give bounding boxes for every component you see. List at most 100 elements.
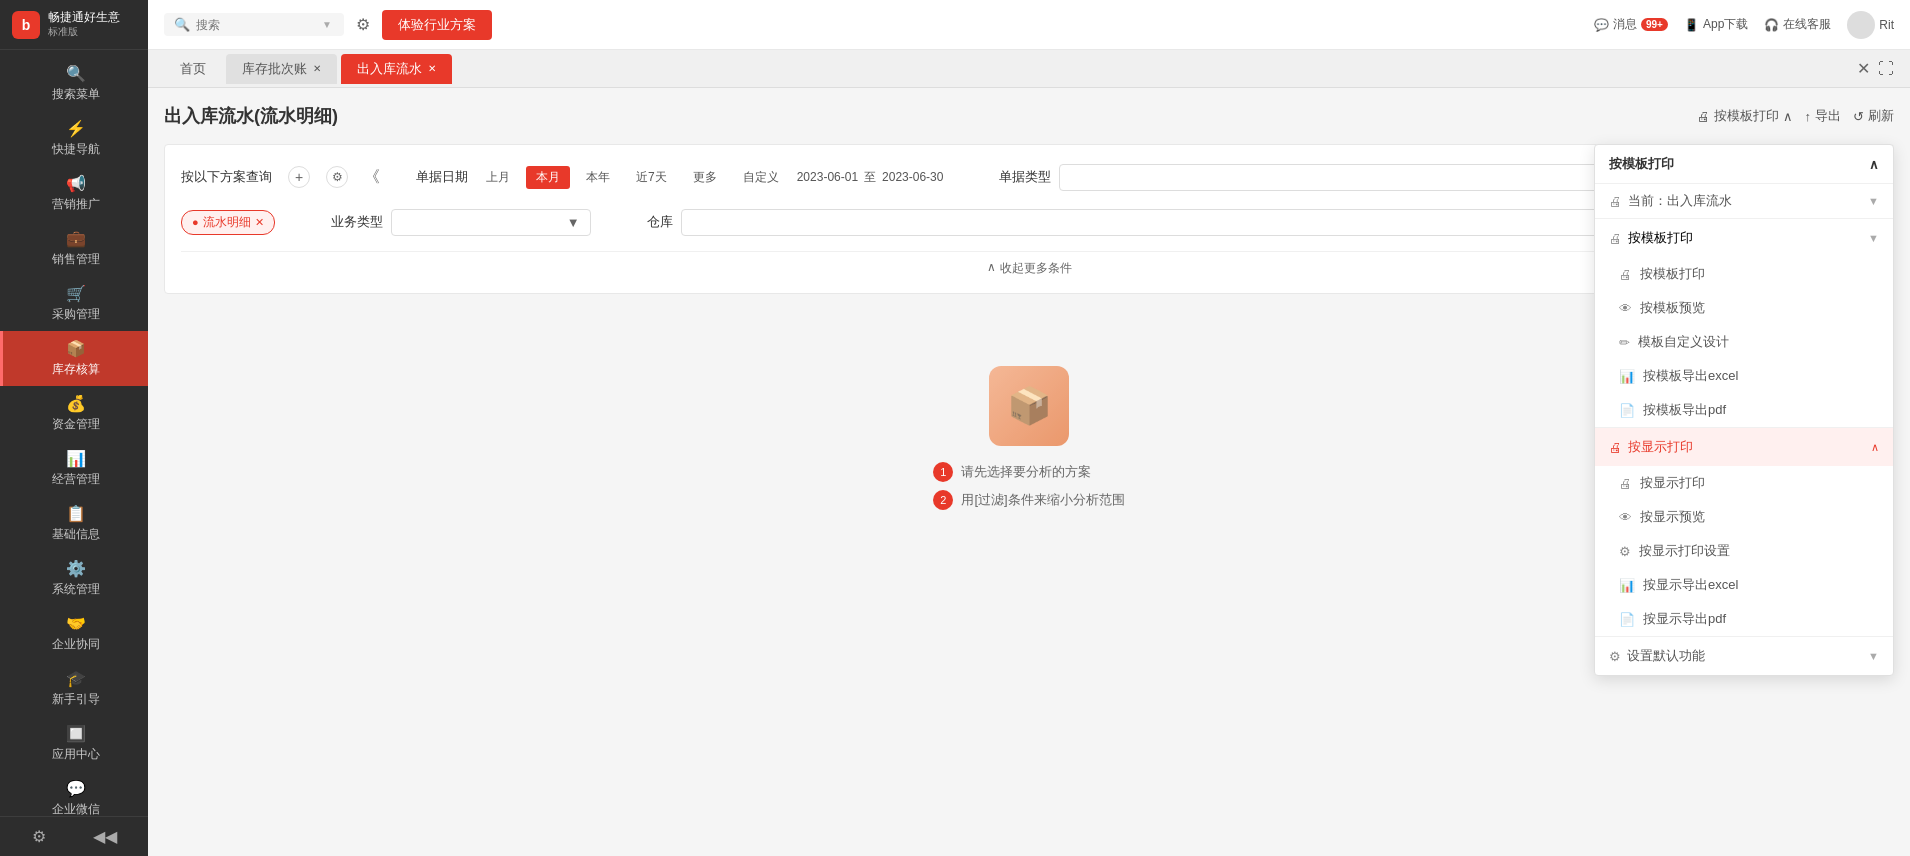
- print-template-button[interactable]: 🖨 按模板打印 ∧: [1697, 107, 1793, 125]
- print-icon: 🖨: [1619, 476, 1632, 491]
- template-print-items: 🖨 按模板打印 👁 按模板预览 ✏ 模板自定义设计 📊 按模板导出excel: [1595, 257, 1893, 427]
- sidebar-item-wechat[interactable]: 💬 企业微信: [0, 771, 148, 816]
- sidebar-item-finance[interactable]: 💰 资金管理: [0, 386, 148, 441]
- chevron-down-icon: ▼: [1868, 650, 1879, 662]
- topbar-right-actions: 💬 消息 99+ 📱 App下载 🎧 在线客服 Rit: [1594, 11, 1894, 39]
- app-download-label: App下载: [1703, 16, 1748, 33]
- topbar: 🔍 ▼ ⚙ 体验行业方案 💬 消息 99+ 📱 App下载 🎧 在线客服 R: [148, 0, 1910, 50]
- flow-detail-tab-close[interactable]: ✕: [428, 63, 436, 74]
- sidebar-item-app-center[interactable]: 🔲 应用中心: [0, 716, 148, 771]
- maximize-button[interactable]: ⛶: [1878, 59, 1894, 78]
- template-export-pdf-item[interactable]: 📄 按模板导出pdf: [1595, 393, 1893, 427]
- template-export-pdf-label: 按模板导出pdf: [1643, 401, 1726, 419]
- excel-icon: 📊: [1619, 578, 1635, 593]
- topbar-gear-icon[interactable]: ⚙: [356, 15, 370, 34]
- print-dropdown-panel: 按模板打印 ∧ 🖨 当前：出入库流水 ▼ 🖨 按模板打印 ▼: [1594, 144, 1894, 676]
- refresh-label: 刷新: [1868, 107, 1894, 125]
- date-tag-7days[interactable]: 近7天: [626, 166, 677, 189]
- sidebar-item-purchase[interactable]: 🛒 采购管理: [0, 276, 148, 331]
- template-print-header[interactable]: 🖨 按模板打印 ▼: [1595, 219, 1893, 257]
- home-tab-label: 首页: [180, 60, 206, 78]
- tab-batch-account[interactable]: 库存批次账 ✕: [226, 54, 337, 84]
- industry-solution-button[interactable]: 体验行业方案: [382, 10, 492, 40]
- display-print-label: 按显示打印: [1640, 474, 1705, 492]
- refresh-button[interactable]: ↺ 刷新: [1853, 107, 1894, 125]
- business-type-select[interactable]: ▼: [391, 209, 591, 236]
- sidebar-item-label: 快捷导航: [52, 141, 100, 158]
- template-export-excel-item[interactable]: 📊 按模板导出excel: [1595, 359, 1893, 393]
- filter-settings-button[interactable]: ⚙: [326, 166, 348, 188]
- tab-flow-detail[interactable]: 出入库流水 ✕: [341, 54, 452, 84]
- finance-icon: 💰: [66, 394, 86, 413]
- add-filter-button[interactable]: +: [288, 166, 310, 188]
- dropdown-footer[interactable]: ⚙ 设置默认功能 ▼: [1595, 637, 1893, 675]
- sidebar-item-cooperation[interactable]: 🤝 企业协同: [0, 606, 148, 661]
- cooperation-icon: 🤝: [66, 614, 86, 633]
- template-print-item-label: 按模板打印: [1640, 265, 1705, 283]
- tab-home[interactable]: 首页: [164, 54, 222, 84]
- sidebar-item-sales[interactable]: 💼 销售管理: [0, 221, 148, 276]
- sidebar-item-label: 搜索菜单: [52, 86, 100, 103]
- download-icon: 📱: [1684, 18, 1699, 32]
- sidebar-item-operations[interactable]: 📊 经营管理: [0, 441, 148, 496]
- chevron-down-icon: ▼: [567, 215, 580, 230]
- close-all-tabs-button[interactable]: ✕: [1857, 59, 1870, 78]
- date-tag-last-month[interactable]: 上月: [476, 166, 520, 189]
- inventory-icon: 📦: [66, 339, 86, 358]
- app-download-button[interactable]: 📱 App下载: [1684, 16, 1748, 33]
- sidebar-item-label: 企业微信: [52, 801, 100, 816]
- system-icon: ⚙️: [66, 559, 86, 578]
- sidebar-item-search[interactable]: 🔍 搜索菜单: [0, 56, 148, 111]
- display-export-pdf-item[interactable]: 📄 按显示导出pdf: [1595, 602, 1893, 636]
- printer-icon: 🖨: [1609, 231, 1622, 246]
- sidebar-item-system[interactable]: ⚙️ 系统管理: [0, 551, 148, 606]
- sidebar-item-label: 新手引导: [52, 691, 100, 708]
- sidebar-item-inventory[interactable]: 📦 库存核算: [0, 331, 148, 386]
- dropdown-header: 按模板打印 ∧: [1595, 145, 1893, 184]
- filter-collapse-icon[interactable]: 《: [364, 167, 380, 188]
- display-print-settings-item[interactable]: ⚙ 按显示打印设置: [1595, 534, 1893, 568]
- message-button[interactable]: 💬 消息 99+: [1594, 16, 1668, 33]
- template-print-label: 按模板打印: [1628, 229, 1693, 247]
- template-custom-item[interactable]: ✏ 模板自定义设计: [1595, 325, 1893, 359]
- search-input[interactable]: [196, 18, 316, 32]
- sidebar-item-marketing[interactable]: 📢 营销推广: [0, 166, 148, 221]
- topbar-search-box[interactable]: 🔍 ▼: [164, 13, 344, 36]
- sidebar-footer: ⚙ ◀◀: [0, 816, 148, 856]
- date-range: 2023-06-01 至 2023-06-30: [797, 169, 944, 186]
- template-print-item[interactable]: 🖨 按模板打印: [1595, 257, 1893, 291]
- print-template-label: 按模板打印: [1714, 107, 1779, 125]
- page-title: 出入库流水(流水明细): [164, 104, 338, 128]
- date-tag-this-month[interactable]: 本月: [526, 166, 570, 189]
- date-tag-this-year[interactable]: 本年: [576, 166, 620, 189]
- filter-tag-close[interactable]: ✕: [255, 216, 264, 229]
- display-preview-item[interactable]: 👁 按显示预览: [1595, 500, 1893, 534]
- user-profile-button[interactable]: Rit: [1847, 11, 1894, 39]
- display-print-header[interactable]: 🖨 按显示打印 ∧: [1595, 428, 1893, 466]
- sidebar-settings-button[interactable]: ⚙: [32, 827, 46, 846]
- export-button[interactable]: ↑ 导出: [1805, 107, 1842, 125]
- sidebar-item-basic-info[interactable]: 📋 基础信息: [0, 496, 148, 551]
- template-preview-item[interactable]: 👁 按模板预览: [1595, 291, 1893, 325]
- marketing-icon: 📢: [66, 174, 86, 193]
- sidebar-collapse-button[interactable]: ◀◀: [93, 827, 117, 846]
- batch-account-tab-close[interactable]: ✕: [313, 63, 321, 74]
- business-type-label: 业务类型: [331, 213, 383, 231]
- empty-step-2: 2 用[过滤]条件来缩小分析范围: [933, 490, 1124, 510]
- online-service-button[interactable]: 🎧 在线客服: [1764, 16, 1831, 33]
- active-filter-tag[interactable]: ● 流水明细 ✕: [181, 210, 275, 235]
- empty-step-1-text: 请先选择要分析的方案: [961, 463, 1091, 481]
- date-label: 单据日期: [416, 168, 468, 186]
- display-print-item[interactable]: 🖨 按显示打印: [1595, 466, 1893, 500]
- dropdown-footer-label: 设置默认功能: [1627, 647, 1705, 665]
- date-tag-more[interactable]: 更多: [683, 166, 727, 189]
- printer-icon: 🖨: [1697, 109, 1710, 124]
- display-export-excel-item[interactable]: 📊 按显示导出excel: [1595, 568, 1893, 602]
- app-logo-icon: b: [12, 11, 40, 39]
- date-tag-custom[interactable]: 自定义: [733, 166, 789, 189]
- sidebar-item-quick-nav[interactable]: ⚡ 快捷导航: [0, 111, 148, 166]
- empty-illustration: 📦: [989, 366, 1069, 446]
- sidebar-item-label: 资金管理: [52, 416, 100, 433]
- sidebar-item-guide[interactable]: 🎓 新手引导: [0, 661, 148, 716]
- display-export-excel-label: 按显示导出excel: [1643, 576, 1738, 594]
